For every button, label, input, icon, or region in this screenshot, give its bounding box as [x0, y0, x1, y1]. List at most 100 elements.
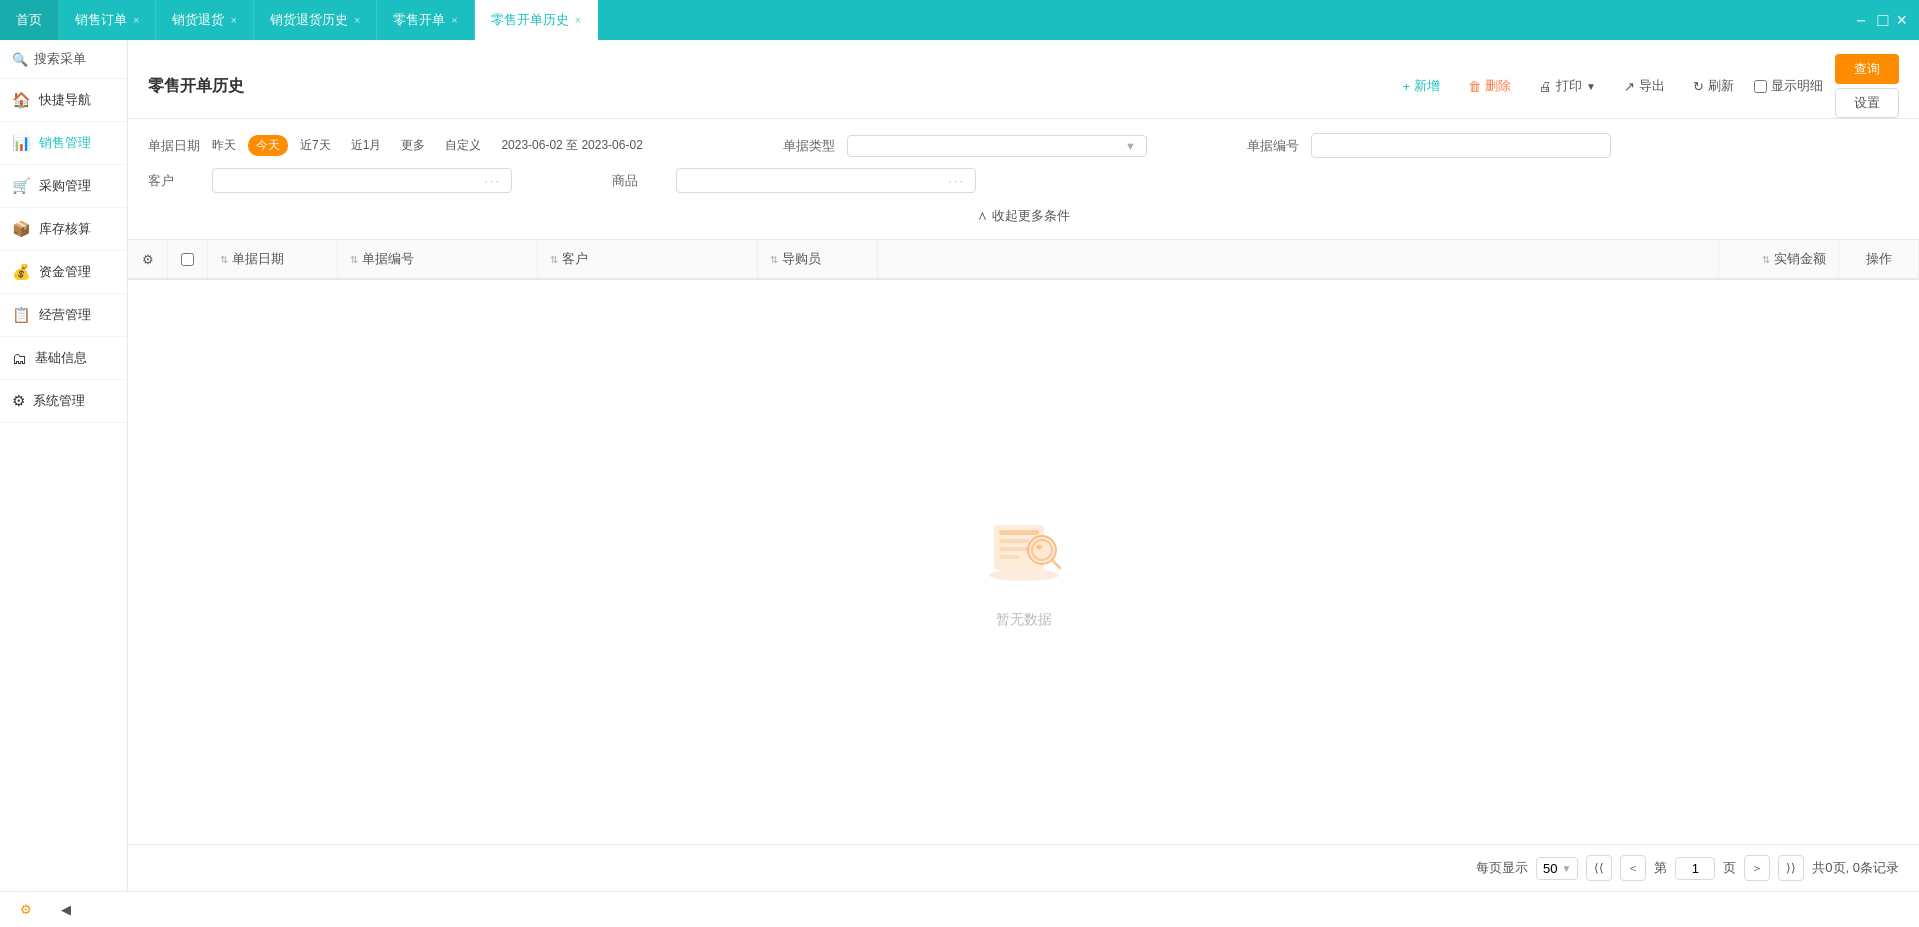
th-amount-sort-icon: ⇅: [1762, 254, 1770, 265]
tab-retail-open-close[interactable]: ×: [451, 14, 457, 26]
settings-bottom-icon: ⚙: [20, 902, 32, 917]
tab-sales-order-close[interactable]: ×: [133, 14, 139, 26]
page-number-input[interactable]: 1: [1675, 857, 1715, 880]
last-page-button[interactable]: ⟩⟩: [1778, 855, 1804, 881]
export-button[interactable]: ↗ 导出: [1616, 73, 1673, 99]
sidebar-purchase-mgmt-label: 采购管理: [39, 177, 91, 195]
date-option-yesterday[interactable]: 昨天: [204, 135, 244, 156]
delete-button[interactable]: 🗑 删除: [1460, 73, 1519, 99]
tab-sales-order-label: 销售订单: [75, 11, 127, 29]
tab-sales-return-history-close[interactable]: ×: [354, 14, 360, 26]
plus-icon: +: [1403, 79, 1411, 94]
show-detail-checkbox-label[interactable]: 显示明细: [1754, 77, 1823, 95]
tab-bar: 首页 销售订单 × 销货退货 × 销货退货历史 × 零售开单 × 零售开单历史 …: [0, 0, 1840, 40]
customer-ellipsis-icon: ···: [484, 173, 501, 188]
tab-retail-open-history-close[interactable]: ×: [575, 14, 581, 26]
page-size-value: 50: [1543, 861, 1557, 876]
tab-sales-return[interactable]: 销货退货 ×: [156, 0, 253, 40]
sidebar-quick-nav-label: 快捷导航: [39, 91, 91, 109]
th-customer[interactable]: ⇅ 客户: [538, 240, 758, 278]
th-checkbox[interactable]: [168, 240, 208, 278]
th-num-sort-icon: ⇅: [350, 254, 358, 265]
th-action-label: 操作: [1866, 250, 1892, 268]
sidebar-item-sales-mgmt[interactable]: 📊 销售管理: [0, 122, 127, 165]
new-button[interactable]: + 新增: [1395, 73, 1449, 99]
doc-type-label: 单据类型: [783, 137, 839, 155]
sidebar-item-purchase-mgmt[interactable]: 🛒 采购管理: [0, 165, 127, 208]
sidebar-item-quick-nav[interactable]: 🏠 快捷导航: [0, 79, 127, 122]
sidebar-system-mgmt-label: 系统管理: [33, 392, 85, 410]
page-label-pre: 第: [1654, 859, 1667, 877]
tab-home[interactable]: 首页: [0, 0, 59, 40]
date-option-custom[interactable]: 自定义: [437, 135, 489, 156]
setting-button[interactable]: 设置: [1835, 88, 1899, 118]
empty-state: 暂无数据: [128, 280, 1919, 844]
tab-retail-open-history[interactable]: 零售开单历史 ×: [475, 0, 598, 40]
th-date[interactable]: ⇅ 单据日期: [208, 240, 338, 278]
page-actions: + 新增 🗑 删除 🖨 打印 ▼ ↗ 导出 ↻ 刷新: [1395, 54, 1900, 118]
th-settings[interactable]: ⚙: [128, 240, 168, 278]
collapse-sidebar-button[interactable]: ◀: [52, 896, 80, 924]
purchase-icon: 🛒: [12, 177, 31, 195]
ops-icon: 📋: [12, 306, 31, 324]
sidebar-item-finance[interactable]: 💰 资金管理: [0, 251, 127, 294]
table-area: ⚙ ⇅ 单据日期 ⇅ 单据编号 ⇅ 客户 ⇅: [128, 240, 1919, 844]
pagination: 每页显示 50 ▼ ⟨⟨ ＜ 第 1 页 ＞ ⟩⟩ 共0页, 0条记录: [128, 844, 1919, 891]
customer-input[interactable]: ···: [212, 168, 512, 193]
sidebar-item-inventory[interactable]: 📦 库存核算: [0, 208, 127, 251]
sidebar-item-ops-mgmt[interactable]: 📋 经营管理: [0, 294, 127, 337]
th-amount[interactable]: ⇅ 实销金额: [1719, 240, 1839, 278]
doc-type-select[interactable]: ▼: [847, 135, 1147, 157]
close-button[interactable]: ×: [1896, 10, 1907, 31]
doc-num-input[interactable]: [1311, 133, 1611, 158]
date-options: 昨天 今天 近7天 近1月 更多 自定义: [204, 135, 489, 156]
refresh-button[interactable]: ↻ 刷新: [1685, 73, 1742, 99]
customer-filter-label: 客户: [148, 172, 204, 190]
basic-info-icon: 🗂: [12, 350, 27, 367]
show-detail-checkbox[interactable]: [1754, 80, 1767, 93]
print-dropdown-icon: ▼: [1586, 81, 1596, 92]
tab-retail-open[interactable]: 零售开单 ×: [377, 0, 474, 40]
minimize-button[interactable]: －: [1852, 8, 1870, 32]
maximize-button[interactable]: □: [1878, 10, 1889, 31]
inventory-icon: 📦: [12, 220, 31, 238]
product-ellipsis-icon: ···: [948, 173, 965, 188]
date-option-more[interactable]: 更多: [393, 135, 433, 156]
th-salesperson[interactable]: ⇅ 导购员: [758, 240, 878, 278]
tab-sales-order[interactable]: 销售订单 ×: [59, 0, 156, 40]
page-size-chevron-icon: ▼: [1561, 863, 1571, 874]
new-button-label: 新增: [1414, 77, 1440, 95]
first-page-button[interactable]: ⟨⟨: [1586, 855, 1612, 881]
search-order-item[interactable]: 🔍 搜索采单: [0, 40, 127, 79]
delete-icon: 🗑: [1468, 79, 1481, 94]
query-button[interactable]: 查询: [1835, 54, 1899, 84]
th-customer-sort-icon: ⇅: [550, 254, 558, 265]
print-button-label: 打印: [1556, 77, 1582, 95]
tab-sales-return-history[interactable]: 销货退货历史 ×: [254, 0, 377, 40]
sidebar-item-system-mgmt[interactable]: ⚙ 系统管理: [0, 380, 127, 423]
refresh-button-label: 刷新: [1708, 77, 1734, 95]
th-date-sort-icon: ⇅: [220, 254, 228, 265]
page-size-select[interactable]: 50 ▼: [1536, 857, 1578, 880]
tab-sales-return-close[interactable]: ×: [230, 14, 236, 26]
sidebar-inventory-label: 库存核算: [39, 220, 91, 238]
svg-line-8: [1052, 560, 1060, 568]
settings-bottom-button[interactable]: ⚙: [12, 896, 40, 924]
print-button[interactable]: 🖨 打印 ▼: [1531, 73, 1604, 99]
total-info: 共0页, 0条记录: [1812, 859, 1899, 877]
date-option-last1m[interactable]: 近1月: [343, 135, 390, 156]
collapse-more-button[interactable]: ∧ 收起更多条件: [969, 203, 1078, 229]
date-option-today[interactable]: 今天: [248, 135, 288, 156]
next-page-button[interactable]: ＞: [1744, 855, 1770, 881]
bottom-bar: ⚙ ◀: [0, 891, 1919, 927]
product-filter-label: 商品: [612, 172, 668, 190]
prev-page-button[interactable]: ＜: [1620, 855, 1646, 881]
sidebar-basic-info-label: 基础信息: [35, 349, 87, 367]
select-all-checkbox[interactable]: [181, 253, 194, 266]
date-option-last7[interactable]: 近7天: [292, 135, 339, 156]
sidebar-item-basic-info[interactable]: 🗂 基础信息: [0, 337, 127, 380]
tab-retail-open-history-label: 零售开单历史: [491, 11, 569, 29]
tab-sales-return-history-label: 销货退货历史: [270, 11, 348, 29]
product-input[interactable]: ···: [676, 168, 976, 193]
th-num[interactable]: ⇅ 单据编号: [338, 240, 538, 278]
